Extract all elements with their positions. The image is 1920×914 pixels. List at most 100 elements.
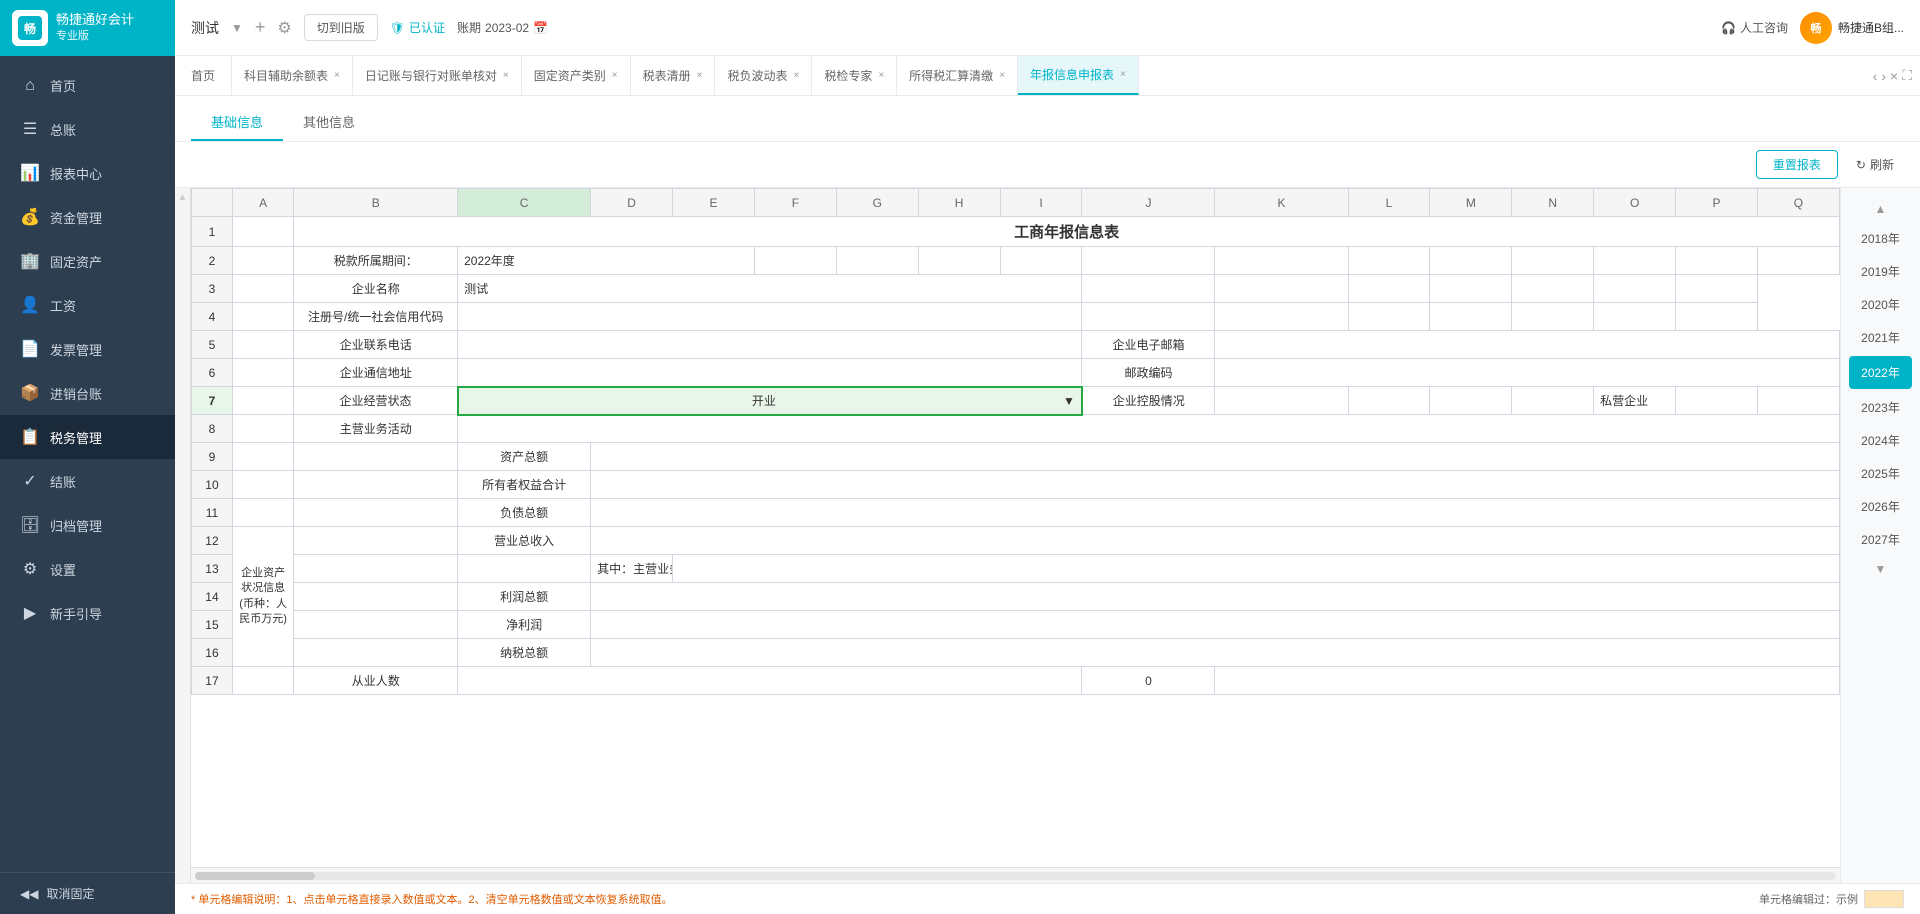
col-header-k[interactable]: K <box>1215 189 1348 217</box>
col-header-g[interactable]: G <box>836 189 918 217</box>
col-header-p[interactable]: P <box>1676 189 1758 217</box>
tab-income-tax[interactable]: 所得税汇算清缴 × <box>897 56 1018 95</box>
year-item-2022[interactable]: 2022年 <box>1849 356 1912 389</box>
cell-2c[interactable]: 2022年度 <box>458 247 755 275</box>
year-item-2024[interactable]: 2024年 <box>1841 424 1920 457</box>
cell-2a[interactable] <box>232 247 293 275</box>
cell-11d[interactable] <box>591 499 1840 527</box>
calendar-icon[interactable]: 📅 <box>533 21 548 35</box>
year-item-2025[interactable]: 2025年 <box>1841 457 1920 490</box>
tab-fixed-asset-type[interactable]: 固定资产类别 × <box>522 56 631 95</box>
close-icon[interactable]: × <box>793 70 799 81</box>
sidebar-item-guide[interactable]: ▶ 新手引导 <box>0 591 175 635</box>
sidebar-item-tax[interactable]: 📋 税务管理 <box>0 415 175 459</box>
col-header-a[interactable]: A <box>232 189 293 217</box>
user-menu[interactable]: 畅 畅捷通B组... <box>1800 12 1904 44</box>
sheet-title-cell[interactable]: 工商年报信息表 <box>294 217 1840 247</box>
tab-tax-wave[interactable]: 税负波动表 × <box>715 56 812 95</box>
cell-6c[interactable] <box>458 359 1082 387</box>
collapse-btn[interactable]: ◀◀ 取消固定 <box>20 885 155 902</box>
cell-8c[interactable] <box>458 415 1840 443</box>
cell-14d[interactable] <box>591 583 1840 611</box>
cell-9d[interactable] <box>591 443 1840 471</box>
cell-15d[interactable] <box>591 611 1840 639</box>
sidebar-item-archive[interactable]: 🗄 归档管理 <box>0 503 175 547</box>
col-header-l[interactable]: L <box>1348 189 1430 217</box>
settings-gear-icon[interactable]: ⚙ <box>277 18 291 38</box>
year-item-2023[interactable]: 2023年 <box>1841 391 1920 424</box>
year-item-2026[interactable]: 2026年 <box>1841 490 1920 523</box>
col-header-b[interactable]: B <box>294 189 458 217</box>
sub-tab-basic[interactable]: 基础信息 <box>191 104 283 141</box>
cell-5c[interactable] <box>458 331 1082 359</box>
tab-prev-button[interactable]: ‹ <box>1873 68 1878 84</box>
reset-report-button[interactable]: 重置报表 <box>1756 150 1838 179</box>
h-scroll-thumb[interactable] <box>195 872 315 880</box>
tab-tax-expert[interactable]: 税检专家 × <box>812 56 897 95</box>
dropdown-arrow-icon[interactable]: ▼ <box>1063 394 1075 408</box>
tab-annual-report[interactable]: 年报信息申报表 × <box>1018 56 1139 95</box>
refresh-button[interactable]: ↻ 刷新 <box>1846 151 1904 178</box>
sidebar-item-assets[interactable]: 🏢 固定资产 <box>0 239 175 283</box>
close-icon[interactable]: × <box>697 70 703 81</box>
cell-12d[interactable] <box>591 527 1840 555</box>
cell-16d[interactable] <box>591 639 1840 667</box>
cell-17c[interactable] <box>458 667 1082 695</box>
sidebar-item-salary[interactable]: 👤 工资 <box>0 283 175 327</box>
year-item-2021[interactable]: 2021年 <box>1841 321 1920 354</box>
cell-7n[interactable]: 私营企业 <box>1594 387 1676 415</box>
sidebar-item-reports[interactable]: 📊 报表中心 <box>0 151 175 195</box>
col-header-e[interactable]: E <box>673 189 755 217</box>
close-icon[interactable]: × <box>612 70 618 81</box>
tab-aux-balance[interactable]: 科目辅助余额表 × <box>232 56 353 95</box>
year-item-2018[interactable]: 2018年 <box>1841 222 1920 255</box>
horizontal-scrollbar[interactable] <box>191 867 1840 883</box>
tab-journal[interactable]: 日记账与银行对账单核对 × <box>353 56 522 95</box>
cell-3c[interactable]: 测试 <box>458 275 1082 303</box>
sidebar-item-invoice[interactable]: 📄 发票管理 <box>0 327 175 371</box>
cell-4c[interactable] <box>458 303 1082 331</box>
col-header-d[interactable]: D <box>591 189 673 217</box>
col-header-c[interactable]: C <box>458 189 591 217</box>
col-header-f[interactable]: F <box>754 189 836 217</box>
cell-13e[interactable] <box>673 555 1840 583</box>
tab-next-button[interactable]: › <box>1881 68 1886 84</box>
cell-6k[interactable] <box>1215 359 1840 387</box>
tab-close-all-button[interactable]: × <box>1890 68 1898 84</box>
year-down-button[interactable]: ▼ <box>1869 560 1893 578</box>
close-icon[interactable]: × <box>334 70 340 81</box>
spreadsheet-grid[interactable]: A B C D E F G H I J <box>191 188 1840 867</box>
close-icon[interactable]: × <box>878 70 884 81</box>
h-scroll-track[interactable] <box>195 872 1836 880</box>
cell-17j[interactable]: 0 <box>1082 667 1215 695</box>
col-header-q[interactable]: Q <box>1757 189 1839 217</box>
close-icon[interactable]: × <box>999 70 1005 81</box>
close-icon[interactable]: × <box>503 70 509 81</box>
year-up-button[interactable]: ▲ <box>1869 200 1893 218</box>
col-header-i[interactable]: I <box>1000 189 1082 217</box>
year-item-2019[interactable]: 2019年 <box>1841 255 1920 288</box>
app-dropdown-arrow[interactable]: ▼ <box>231 21 243 35</box>
sidebar-item-settings[interactable]: ⚙ 设置 <box>0 547 175 591</box>
col-header-m[interactable]: M <box>1430 189 1512 217</box>
scroll-up-icon[interactable]: ▲ <box>178 192 188 203</box>
col-header-j[interactable]: J <box>1082 189 1215 217</box>
sidebar-item-funds[interactable]: 💰 资金管理 <box>0 195 175 239</box>
cell-7c-dropdown[interactable]: 开业 ▼ <box>458 387 1082 415</box>
sidebar-item-inventory[interactable]: 📦 进销台账 <box>0 371 175 415</box>
consult-button[interactable]: 🎧 人工咨询 <box>1721 19 1788 36</box>
year-item-2027[interactable]: 2027年 <box>1841 523 1920 556</box>
tab-home[interactable]: 首页 <box>175 56 232 95</box>
sidebar-item-checkout[interactable]: ✓ 结账 <box>0 459 175 503</box>
add-button[interactable]: + <box>255 17 266 38</box>
sidebar-item-home[interactable]: ⌂ 首页 <box>0 64 175 107</box>
cell-10d[interactable] <box>591 471 1840 499</box>
sidebar-item-ledger[interactable]: ☰ 总账 <box>0 107 175 151</box>
tab-expand-button[interactable]: ⛶ <box>1902 67 1912 84</box>
year-item-2020[interactable]: 2020年 <box>1841 288 1920 321</box>
close-icon[interactable]: × <box>1120 69 1126 80</box>
switch-version-button[interactable]: 切到旧版 <box>304 14 378 41</box>
col-header-h[interactable]: H <box>918 189 1000 217</box>
col-header-n[interactable]: N <box>1512 189 1594 217</box>
cell-5k[interactable] <box>1215 331 1840 359</box>
